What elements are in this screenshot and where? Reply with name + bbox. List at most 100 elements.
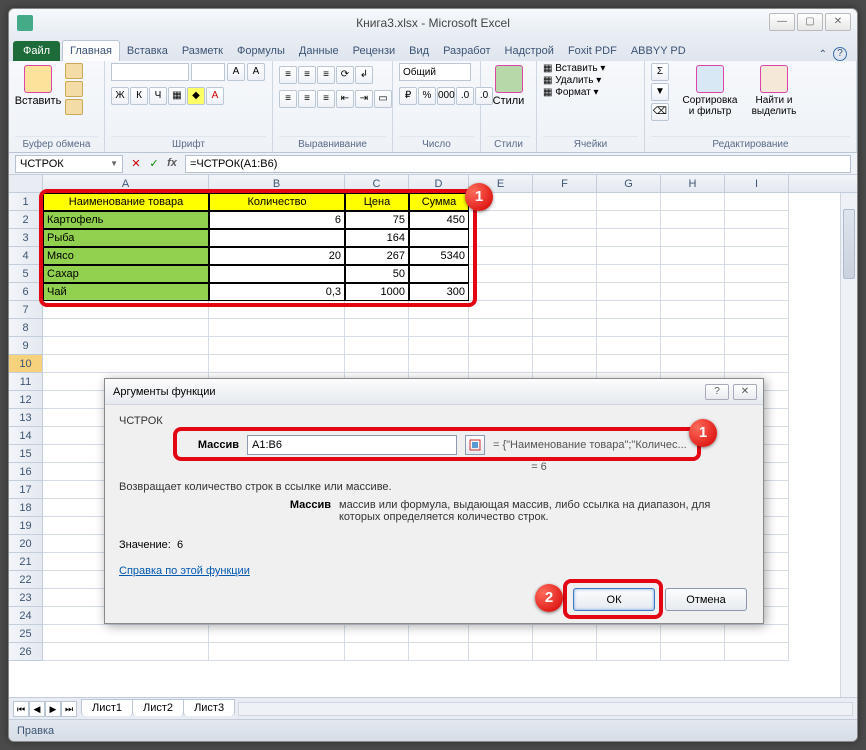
cell[interactable] [725, 337, 789, 355]
cell[interactable]: Мясо [43, 247, 209, 265]
cell[interactable] [597, 625, 661, 643]
cell[interactable] [469, 247, 533, 265]
sheet-tab-3[interactable]: Лист3 [183, 699, 235, 716]
cell[interactable] [725, 283, 789, 301]
wrap-text-icon[interactable]: ↲ [355, 66, 373, 84]
tab-layout[interactable]: Разметк [175, 41, 230, 61]
row-header[interactable]: 13 [9, 409, 42, 427]
sheet-nav-prev-icon[interactable]: ◀ [29, 701, 45, 717]
sheet-nav-next-icon[interactable]: ▶ [45, 701, 61, 717]
styles-button[interactable]: Стили [487, 63, 530, 107]
inc-decimal-icon[interactable]: .0 [456, 87, 474, 105]
tab-addins[interactable]: Надстрой [498, 41, 561, 61]
cell[interactable]: 6 [209, 211, 345, 229]
cell[interactable] [43, 319, 209, 337]
font-color-button[interactable]: A [206, 87, 224, 105]
cell[interactable] [469, 211, 533, 229]
underline-button[interactable]: Ч [149, 87, 167, 105]
cell[interactable] [409, 337, 469, 355]
cell[interactable] [345, 643, 409, 661]
format-cells-button[interactable]: ▦ Формат ▾ [543, 87, 599, 98]
cell[interactable] [43, 301, 209, 319]
align-center-icon[interactable]: ≡ [298, 90, 316, 108]
align-bottom-icon[interactable]: ≡ [317, 66, 335, 84]
cell[interactable]: 1000 [345, 283, 409, 301]
cell[interactable] [409, 643, 469, 661]
cell[interactable] [209, 337, 345, 355]
italic-button[interactable]: К [130, 87, 148, 105]
cell[interactable] [661, 355, 725, 373]
cell[interactable] [209, 625, 345, 643]
orientation-icon[interactable]: ⟳ [336, 66, 354, 84]
cell[interactable] [661, 319, 725, 337]
cell[interactable] [43, 355, 209, 373]
cell[interactable] [597, 301, 661, 319]
row-header[interactable]: 11 [9, 373, 42, 391]
cell[interactable] [345, 301, 409, 319]
cell[interactable] [661, 247, 725, 265]
minimize-button[interactable]: — [769, 13, 795, 31]
cell[interactable] [209, 265, 345, 283]
column-header[interactable]: G [597, 175, 661, 192]
tab-view[interactable]: Вид [402, 41, 436, 61]
insert-cells-button[interactable]: ▦ Вставить ▾ [543, 63, 605, 74]
row-header[interactable]: 2 [9, 211, 42, 229]
row-header[interactable]: 6 [9, 283, 42, 301]
comma-icon[interactable]: 000 [437, 87, 455, 105]
cell[interactable] [409, 319, 469, 337]
cell[interactable] [533, 211, 597, 229]
row-header[interactable]: 12 [9, 391, 42, 409]
cell[interactable] [533, 283, 597, 301]
format-painter-icon[interactable] [65, 99, 83, 115]
cell[interactable]: Картофель [43, 211, 209, 229]
name-box[interactable]: ЧСТРОК ▼ [15, 155, 123, 173]
cell[interactable]: 75 [345, 211, 409, 229]
column-header[interactable]: H [661, 175, 725, 192]
cell[interactable] [725, 301, 789, 319]
cell[interactable]: Рыба [43, 229, 209, 247]
formula-input[interactable]: =ЧСТРОК(A1:B6) [185, 155, 851, 173]
column-header[interactable]: C [345, 175, 409, 192]
cell[interactable] [409, 355, 469, 373]
cell[interactable] [597, 283, 661, 301]
shrink-font-icon[interactable]: A [247, 63, 265, 81]
cell[interactable]: Чай [43, 283, 209, 301]
cell[interactable] [409, 301, 469, 319]
cell[interactable] [469, 625, 533, 643]
row-header[interactable]: 20 [9, 535, 42, 553]
cell[interactable]: Количество [209, 193, 345, 211]
paste-button[interactable]: Вставить [15, 63, 61, 107]
row-header[interactable]: 5 [9, 265, 42, 283]
row-header[interactable]: 26 [9, 643, 42, 661]
cell[interactable] [209, 643, 345, 661]
vertical-scrollbar[interactable] [840, 193, 857, 697]
cell[interactable] [661, 625, 725, 643]
number-format-select[interactable] [399, 63, 471, 81]
grow-font-icon[interactable]: A [227, 63, 245, 81]
cell[interactable] [597, 193, 661, 211]
close-button[interactable]: ✕ [825, 13, 851, 31]
align-middle-icon[interactable]: ≡ [298, 66, 316, 84]
cell[interactable] [661, 229, 725, 247]
cell[interactable] [725, 625, 789, 643]
tab-abbyy[interactable]: ABBYY PD [624, 41, 693, 61]
row-header[interactable]: 23 [9, 589, 42, 607]
ok-button[interactable]: ОК [573, 588, 655, 611]
column-header[interactable]: B [209, 175, 345, 192]
sort-filter-button[interactable]: Сортировка и фильтр [679, 63, 741, 117]
cell[interactable] [725, 211, 789, 229]
cell[interactable]: Цена [345, 193, 409, 211]
tab-formulas[interactable]: Формулы [230, 41, 292, 61]
indent-dec-icon[interactable]: ⇤ [336, 90, 354, 108]
cell[interactable] [533, 265, 597, 283]
cell[interactable] [533, 229, 597, 247]
autosum-icon[interactable]: Σ [651, 63, 669, 81]
align-right-icon[interactable]: ≡ [317, 90, 335, 108]
cell[interactable] [597, 337, 661, 355]
cell[interactable]: 50 [345, 265, 409, 283]
dialog-help-button[interactable]: ? [705, 384, 729, 400]
cell[interactable] [43, 643, 209, 661]
row-header[interactable]: 9 [9, 337, 42, 355]
vscroll-thumb[interactable] [843, 209, 855, 279]
cell[interactable] [533, 301, 597, 319]
